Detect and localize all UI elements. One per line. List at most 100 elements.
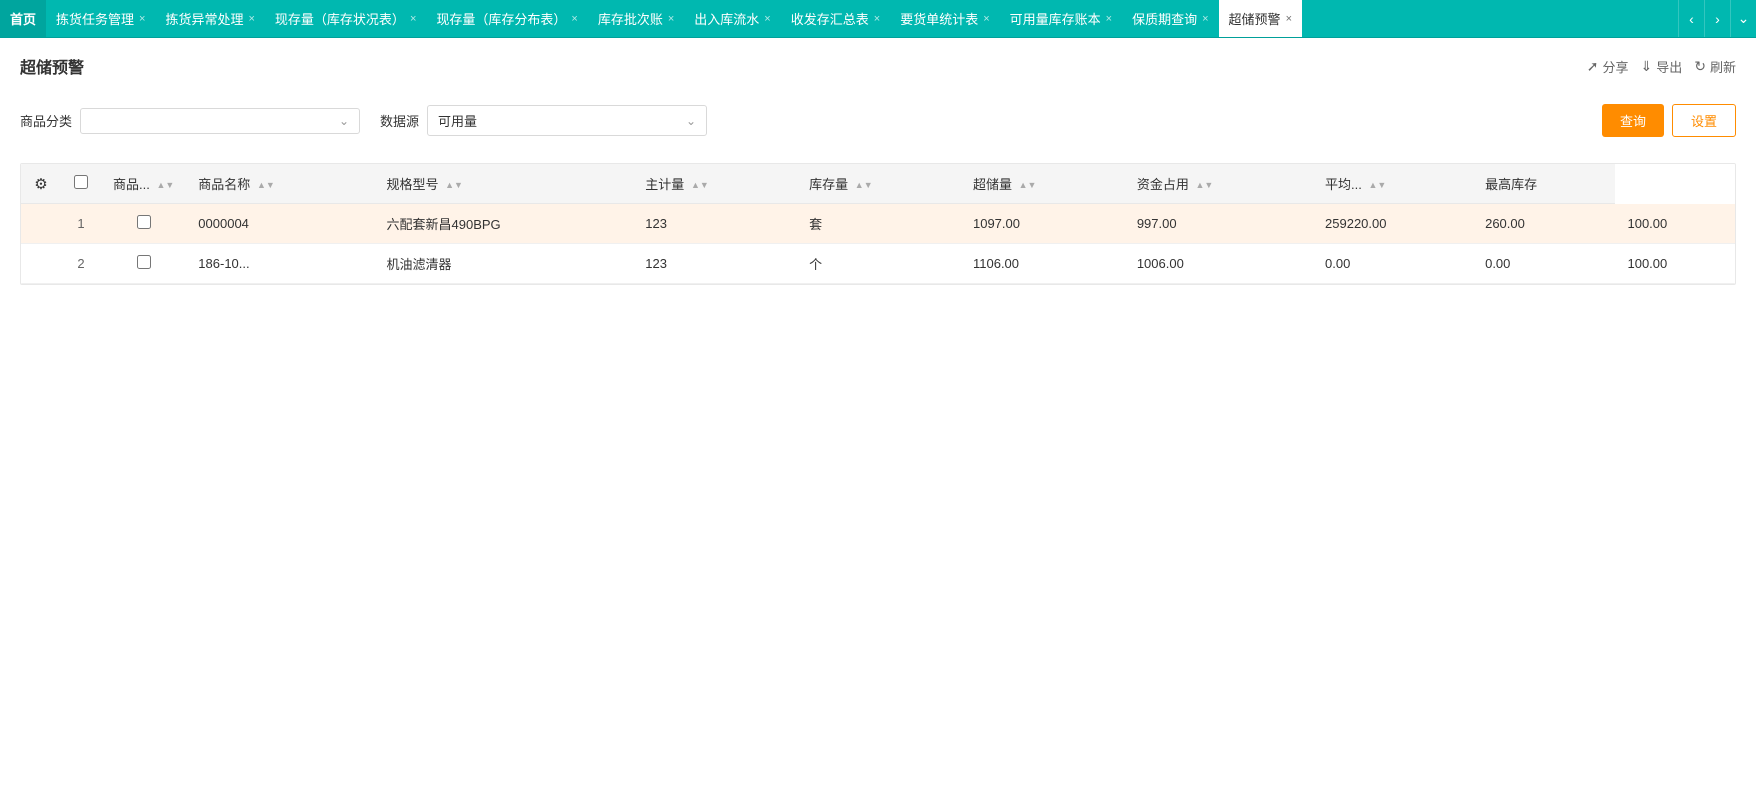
datasource-filter-group: 数据源 可用量 ⌄ (380, 105, 707, 136)
row-number: 1 (61, 204, 101, 244)
close-icon[interactable]: × (410, 13, 416, 25)
nav-tab-jianhuo-yichang[interactable]: 拣货异常处理 × (155, 0, 264, 37)
close-icon[interactable]: × (571, 13, 577, 25)
nav-tab-shoufacun-huizong[interactable]: 收发存汇总表 × (781, 0, 890, 37)
row-stock: 1097.00 (961, 204, 1125, 244)
table-header-product-name[interactable]: 商品名称 ▲▼ (186, 164, 374, 204)
nav-menu-button[interactable]: ⌄ (1730, 0, 1756, 37)
page-header: 超储预警 ➚ 分享 ⇓ 导出 ↻ 刷新 (20, 54, 1736, 78)
table-header-product-code[interactable]: 商品... ▲▼ (101, 164, 186, 204)
table-header-stock[interactable]: 库存量 ▲▼ (797, 164, 961, 204)
datasource-select[interactable]: 可用量 ⌄ (427, 105, 707, 136)
row-capital: 0.00 (1313, 244, 1473, 284)
close-icon[interactable]: × (139, 13, 145, 25)
table-header-gear[interactable]: ⚙ (21, 164, 61, 204)
row-max-stock: 100.00 (1615, 244, 1735, 284)
category-filter-group: 商品分类 ⌄ (20, 108, 360, 134)
set-button[interactable]: 设置 (1672, 104, 1736, 137)
row-spec: 123 (633, 204, 797, 244)
chevron-down-icon: ⌄ (686, 114, 696, 128)
datasource-label: 数据源 (380, 111, 419, 130)
sort-icon: ▲▼ (1019, 181, 1037, 190)
row-max-stock: 100.00 (1615, 204, 1735, 244)
close-icon[interactable]: × (874, 13, 880, 25)
data-table-wrapper: ⚙ 商品... ▲▼ 商品名称 ▲▼ 规格型号 ▲▼ (20, 163, 1736, 285)
nav-tab-baozhiqi[interactable]: 保质期查询 × (1122, 0, 1218, 37)
nav-tab-kucun-pizhang[interactable]: 库存批次账 × (588, 0, 684, 37)
close-icon[interactable]: × (668, 13, 674, 25)
datasource-select-value: 可用量 (438, 111, 477, 130)
row-capital: 259220.00 (1313, 204, 1473, 244)
nav-home[interactable]: 首页 (0, 0, 46, 37)
row-checkbox[interactable] (137, 255, 151, 269)
row-overflow: 1006.00 (1125, 244, 1313, 284)
header-actions: ➚ 分享 ⇓ 导出 ↻ 刷新 (1587, 57, 1736, 76)
row-product-code: 0000004 (186, 204, 374, 244)
filter-area: 商品分类 ⌄ 数据源 可用量 ⌄ 查询 设置 (20, 94, 1736, 147)
refresh-button[interactable]: ↻ 刷新 (1694, 57, 1736, 76)
top-navigation: 首页 拣货任务管理 × 拣货异常处理 × 现存量（库存状况表） × 现存量（库存… (0, 0, 1756, 38)
row-checkbox-cell[interactable] (101, 244, 186, 284)
row-unit: 个 (797, 244, 961, 284)
category-label: 商品分类 (20, 111, 72, 130)
gear-icon[interactable]: ⚙ (34, 176, 47, 193)
table-row: 1 0000004 六配套新昌490BPG 123 套 1097.00 997.… (21, 204, 1735, 244)
row-avg: 0.00 (1473, 244, 1615, 284)
close-icon[interactable]: × (1106, 13, 1112, 25)
row-unit: 套 (797, 204, 961, 244)
sort-icon: ▲▼ (156, 181, 174, 190)
table-header-unit[interactable]: 主计量 ▲▼ (633, 164, 797, 204)
row-avg: 260.00 (1473, 204, 1615, 244)
row-product-name: 六配套新昌490BPG (375, 204, 634, 244)
data-table: ⚙ 商品... ▲▼ 商品名称 ▲▼ 规格型号 ▲▼ (21, 164, 1735, 284)
close-icon[interactable]: × (983, 13, 989, 25)
nav-tab-churuku-liushui[interactable]: 出入库流水 × (684, 0, 780, 37)
table-header-checkbox[interactable] (61, 164, 101, 204)
sort-icon: ▲▼ (1195, 181, 1213, 190)
table-header-row: ⚙ 商品... ▲▼ 商品名称 ▲▼ 规格型号 ▲▼ (21, 164, 1735, 204)
close-icon[interactable]: × (248, 13, 254, 25)
row-checkbox-cell[interactable] (101, 204, 186, 244)
table-header-avg[interactable]: 平均... ▲▼ (1313, 164, 1473, 204)
close-icon[interactable]: × (764, 13, 770, 25)
row-checkbox[interactable] (137, 215, 151, 229)
nav-arrows: ‹ › ⌄ (1678, 0, 1756, 37)
nav-tab-xiancunliang-zhuangkuang[interactable]: 现存量（库存状况表） × (265, 0, 426, 37)
query-button[interactable]: 查询 (1602, 104, 1664, 137)
nav-tab-xiancunliang-fenbiao[interactable]: 现存量（库存分布表） × (426, 0, 587, 37)
row-spec: 123 (633, 244, 797, 284)
nav-tab-chaochu-yujing[interactable]: 超储预警 × (1219, 0, 1302, 37)
sort-icon: ▲▼ (257, 181, 275, 190)
sort-icon: ▲▼ (691, 181, 709, 190)
export-button[interactable]: ⇓ 导出 (1641, 57, 1683, 76)
row-gear-cell (21, 204, 61, 244)
row-number: 2 (61, 244, 101, 284)
sort-icon: ▲▼ (855, 181, 873, 190)
filter-action-buttons: 查询 设置 (1602, 104, 1736, 137)
table-header-capital[interactable]: 资金占用 ▲▼ (1125, 164, 1313, 204)
row-stock: 1106.00 (961, 244, 1125, 284)
row-overflow: 997.00 (1125, 204, 1313, 244)
share-button[interactable]: ➚ 分享 (1587, 57, 1629, 76)
nav-prev-button[interactable]: ‹ (1678, 0, 1704, 37)
table-header-max-stock[interactable]: 最高库存 (1473, 164, 1615, 204)
nav-next-button[interactable]: › (1704, 0, 1730, 37)
page-container: 超储预警 ➚ 分享 ⇓ 导出 ↻ 刷新 商品分类 ⌄ 数据源 (0, 38, 1756, 800)
nav-tab-jianhuo-renwu[interactable]: 拣货任务管理 × (46, 0, 155, 37)
row-product-name: 机油滤清器 (375, 244, 634, 284)
nav-tab-yaohuo-tongji[interactable]: 要货单统计表 × (890, 0, 999, 37)
close-icon[interactable]: × (1202, 13, 1208, 25)
row-gear-cell (21, 244, 61, 284)
category-select[interactable]: ⌄ (80, 108, 360, 134)
share-icon: ➚ (1587, 58, 1599, 75)
page-title: 超储预警 (20, 54, 84, 78)
sort-icon: ▲▼ (445, 181, 463, 190)
nav-tab-keyongliang[interactable]: 可用量库存账本 × (1000, 0, 1122, 37)
select-all-checkbox[interactable] (74, 175, 88, 189)
row-product-code: 186-10... (186, 244, 374, 284)
table-header-overflow[interactable]: 超储量 ▲▼ (961, 164, 1125, 204)
chevron-down-icon: ⌄ (339, 114, 349, 128)
table-header-spec[interactable]: 规格型号 ▲▼ (375, 164, 634, 204)
table-row: 2 186-10... 机油滤清器 123 个 1106.00 1006.00 … (21, 244, 1735, 284)
close-icon[interactable]: × (1286, 13, 1292, 25)
